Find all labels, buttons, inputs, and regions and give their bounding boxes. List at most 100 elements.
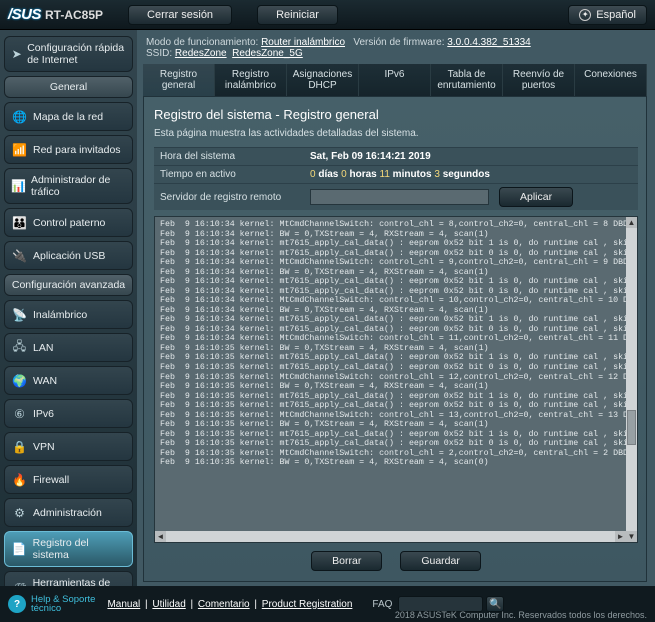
uptime-value: 0 días 0 horas 11 minutos 3 segundos (310, 169, 632, 180)
tab-routing[interactable]: Tabla de enrutamiento (431, 64, 503, 96)
footer-links: Manual | Utilidad | Comentario | Product… (105, 599, 354, 610)
sidebar-item-network-map[interactable]: 🌐 Mapa de la red (4, 102, 133, 131)
log-textarea[interactable]: Feb 9 16:10:34 kernel: MtCmdChannelSwitc… (154, 216, 638, 543)
language-button[interactable]: ✦ Español (568, 5, 647, 25)
u-hours: horas (349, 169, 376, 180)
log-content: Feb 9 16:10:34 kernel: MtCmdChannelSwitc… (155, 217, 637, 542)
sidebar-label: WAN (33, 375, 57, 387)
sidebar-quick-setup[interactable]: ➤ Configuración rápida de Internet (4, 36, 133, 72)
globe-icon: ✦ (579, 9, 591, 21)
sidebar-item-admin[interactable]: ⚙ Administración (4, 498, 133, 527)
sidebar-item-usb[interactable]: 🔌Aplicación USB (4, 241, 133, 270)
sidebar-header-advanced: Configuración avanzada (4, 274, 133, 296)
wan-icon: 🌍 (11, 372, 28, 389)
clear-button[interactable]: Borrar (311, 551, 382, 571)
tab-general-log[interactable]: Registro general (143, 64, 215, 96)
logout-button[interactable]: Cerrar sesión (128, 5, 232, 25)
row-uptime: Tiempo en activo 0 días 0 horas 11 minut… (154, 165, 638, 183)
sidebar-item-wireless[interactable]: 📡 Inalámbrico (4, 300, 133, 329)
ssid1-link[interactable]: RedesZone (175, 48, 227, 59)
firewall-icon: 🔥 (11, 471, 28, 488)
sidebar-item-traffic[interactable]: 📊Administrador de tráfico (4, 168, 133, 204)
u-sec: segundos (443, 169, 490, 180)
ssid2-link[interactable]: RedesZone_5G (232, 48, 303, 59)
sidebar: ➤ Configuración rápida de Internet Gener… (0, 30, 137, 586)
rocket-icon: ➤ (11, 46, 22, 63)
sidebar-label: Mapa de la red (33, 111, 103, 123)
remote-label: Servidor de registro remoto (160, 192, 310, 203)
model-name: RT-AC85P (41, 8, 103, 22)
sidebar-item-guest-network[interactable]: 📶Red para invitados (4, 135, 133, 164)
fw-link[interactable]: 3.0.0.4.382_51334 (447, 37, 530, 48)
footer: ? Help & Soporte técnico Manual | Utilid… (0, 586, 655, 622)
horizontal-scrollbar[interactable]: ◄ ► (155, 531, 626, 542)
sidebar-item-lan[interactable]: 🖧LAN (4, 333, 133, 362)
usb-icon: 🔌 (11, 247, 28, 264)
scroll-thumb[interactable] (627, 410, 636, 445)
sidebar-item-system-log[interactable]: 📄Registro del sistema (4, 531, 133, 567)
panel-title: Registro del sistema - Registro general (154, 107, 638, 122)
link-utility[interactable]: Utilidad (152, 599, 185, 610)
tab-ipv6[interactable]: IPv6 (359, 64, 431, 96)
row-remote-server: Servidor de registro remoto Aplicar (154, 183, 638, 210)
apply-button[interactable]: Aplicar (499, 187, 573, 207)
globe-icon: 🌐 (11, 108, 28, 125)
mode-label: Modo de funcionamiento: (146, 37, 258, 48)
vpn-icon: 🔒 (11, 438, 28, 455)
link-product-reg[interactable]: Product Registration (262, 599, 353, 610)
scroll-left-icon[interactable]: ◄ (155, 531, 166, 542)
brand-logo: /SUS (8, 6, 41, 23)
sidebar-label: Firewall (33, 474, 69, 486)
info-bar: Modo de funcionamiento: Router inalámbri… (143, 34, 647, 64)
sidebar-label: VPN (33, 441, 55, 453)
sidebar-header-general: General (4, 76, 133, 98)
save-button[interactable]: Guardar (400, 551, 481, 571)
remote-server-input[interactable] (310, 189, 489, 205)
scroll-right-icon[interactable]: ► (615, 531, 626, 542)
tab-connections[interactable]: Conexiones (575, 64, 647, 96)
sidebar-item-wan[interactable]: 🌍 WAN (4, 366, 133, 395)
action-bar: Borrar Guardar (154, 543, 638, 573)
sidebar-item-parental[interactable]: 👪 Control paterno (4, 208, 133, 237)
sidebar-item-firewall[interactable]: 🔥 Firewall (4, 465, 133, 494)
uptime-sec: 3 (434, 169, 440, 180)
uptime-days: 0 (310, 169, 316, 180)
sidebar-label: Control paterno (33, 217, 105, 229)
sidebar-item-vpn[interactable]: 🔒 VPN (4, 432, 133, 461)
top-bar: /SUS RT-AC85P Cerrar sesión Reiniciar ✦ … (0, 0, 655, 30)
help-text[interactable]: Help & Soporte técnico (31, 595, 95, 614)
signal-icon: 📡 (11, 306, 28, 323)
content-area: Modo de funcionamiento: Router inalámbri… (137, 30, 655, 586)
faq-label: FAQ (372, 599, 392, 610)
time-value: Sat, Feb 09 16:14:21 2019 (310, 151, 632, 162)
help-icon[interactable]: ? (8, 595, 26, 613)
language-label: Español (596, 9, 636, 21)
ssid-label: SSID: (146, 48, 172, 59)
sidebar-quick-label: Configuración rápida de Internet (27, 42, 126, 66)
sidebar-item-ipv6[interactable]: ⑥IPv6 (4, 399, 133, 428)
time-label: Hora del sistema (160, 151, 310, 162)
tab-wireless-log[interactable]: Registro inalámbrico (215, 64, 287, 96)
mode-link[interactable]: Router inalámbrico (261, 37, 345, 48)
gear-icon: ⚙ (11, 504, 28, 521)
sidebar-label: Administración (33, 507, 102, 519)
tab-port-forward[interactable]: Reenvío de puertos (503, 64, 575, 96)
sidebar-label: Inalámbrico (33, 309, 87, 321)
shield-icon: 👪 (11, 214, 28, 231)
tab-dhcp[interactable]: Asignaciones DHCP (287, 64, 359, 96)
search-icon: 🔍 (489, 599, 501, 610)
gauge-icon: 📊 (11, 178, 26, 195)
scroll-up-icon[interactable]: ▲ (626, 217, 637, 228)
wifi-icon: 📶 (11, 141, 28, 158)
sidebar-label: LAN (33, 342, 53, 354)
vertical-scrollbar[interactable]: ▲ ▼ (626, 217, 637, 542)
u-days: días (318, 169, 338, 180)
link-feedback[interactable]: Comentario (198, 599, 250, 610)
tab-strip: Registro general Registro inalámbrico As… (143, 64, 647, 96)
panel-desc: Esta página muestra las actividades deta… (154, 128, 638, 139)
uptime-hours: 0 (341, 169, 347, 180)
uptime-min: 11 (380, 169, 390, 180)
reboot-button[interactable]: Reiniciar (257, 5, 338, 25)
link-manual[interactable]: Manual (107, 599, 140, 610)
scroll-down-icon[interactable]: ▼ (626, 531, 637, 542)
